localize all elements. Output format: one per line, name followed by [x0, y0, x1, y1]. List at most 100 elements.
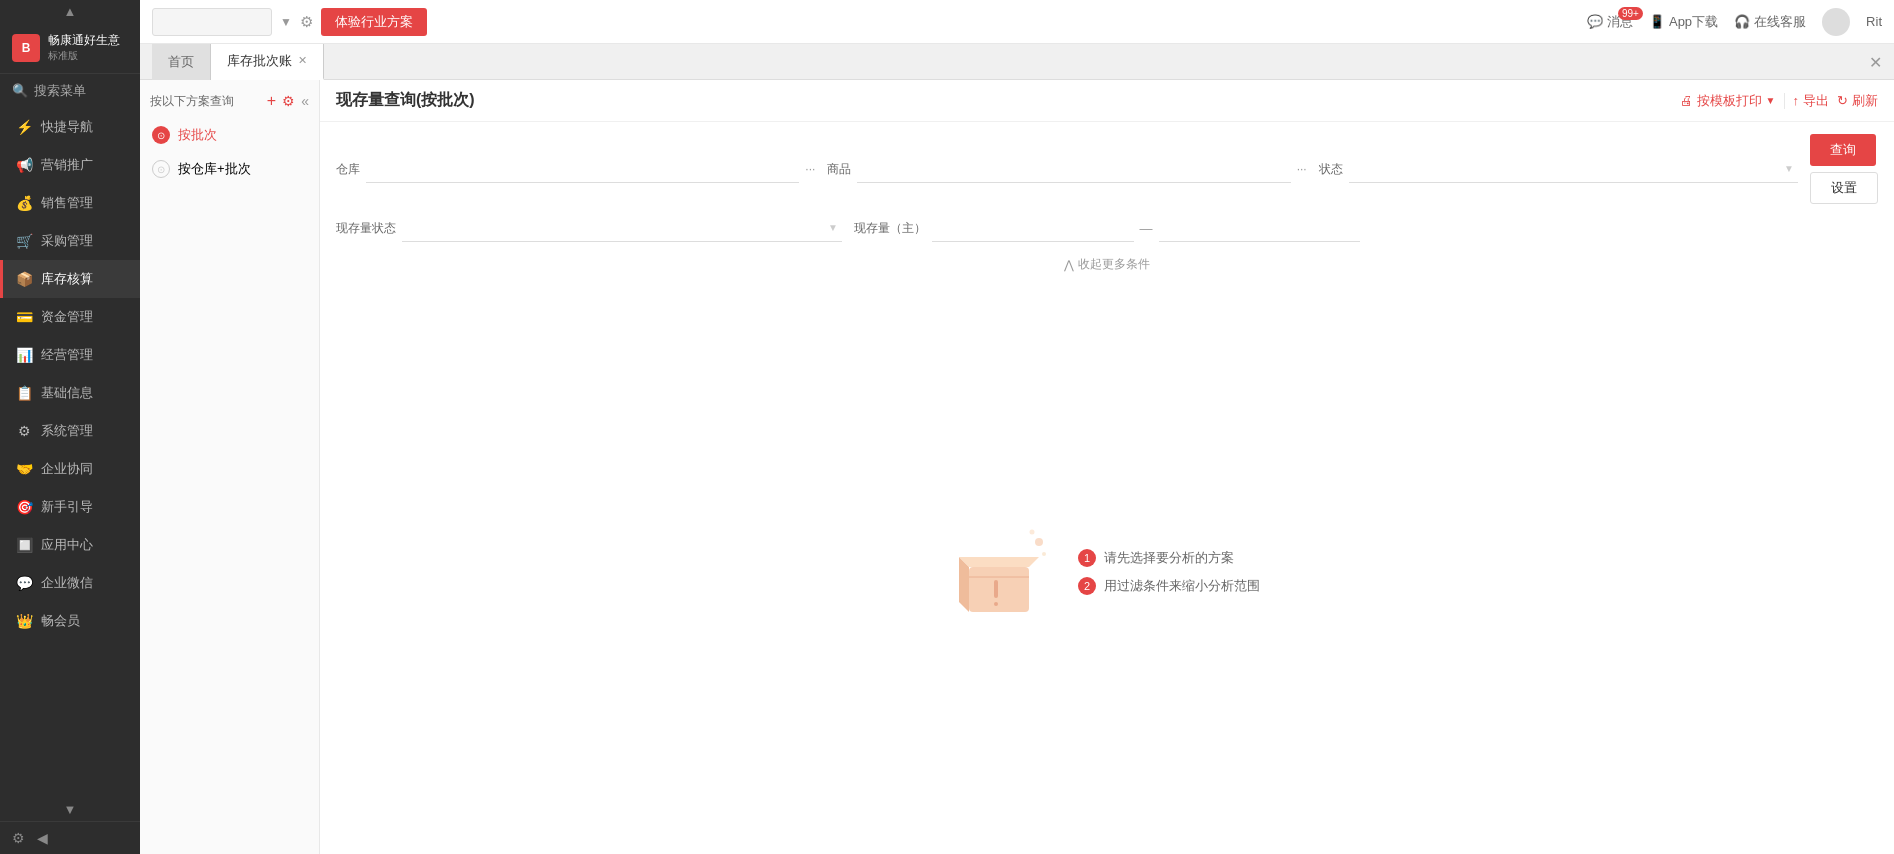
quick-nav-icon: ⚡	[15, 118, 33, 136]
inventory-status-select[interactable]: ▼	[402, 214, 842, 242]
export-button[interactable]: ↑ 导出	[1793, 92, 1830, 110]
filter-area: 仓库 ··· 商品 ··· 状态 ▼	[320, 122, 1894, 289]
online-service-button[interactable]: 🎧 在线客服	[1734, 13, 1806, 31]
product-label: 商品	[827, 161, 851, 178]
sidebar-item-system[interactable]: ⚙ 系统管理	[0, 412, 140, 450]
sidebar-item-label: 畅会员	[41, 612, 80, 630]
refresh-label: 刷新	[1852, 92, 1878, 110]
inventory-qty-to-input[interactable]	[1159, 214, 1361, 242]
sidebar-item-inventory[interactable]: 📦 库存核算	[0, 260, 140, 298]
product-input[interactable]	[857, 155, 1290, 183]
app-center-icon: 🔲	[15, 536, 33, 554]
sidebar-item-label: 快捷导航	[41, 118, 93, 136]
app-version: 标准版	[48, 49, 120, 63]
collapse-more-btn[interactable]: ⋀ 收起更多条件	[336, 252, 1878, 277]
scheme-collapse-icon[interactable]: «	[301, 93, 309, 109]
topbar-gear-icon[interactable]: ⚙	[300, 13, 313, 31]
sidebar-item-sales[interactable]: 💰 销售管理	[0, 184, 140, 222]
sidebar-item-quick-nav[interactable]: ⚡ 快捷导航	[0, 108, 140, 146]
tabbar: 首页 库存批次账 ✕ ✕	[140, 44, 1894, 80]
sidebar-item-enterprise[interactable]: 🤝 企业协同	[0, 450, 140, 488]
print-button[interactable]: 🖨 按模板打印 ▼	[1680, 92, 1776, 110]
sidebar-item-finance[interactable]: 💳 资金管理	[0, 298, 140, 336]
refresh-icon: ↻	[1837, 93, 1848, 108]
warehouse-label: 仓库	[336, 161, 360, 178]
tab-home[interactable]: 首页	[152, 44, 211, 80]
base-icon: 📋	[15, 384, 33, 402]
sidebar-nav: ⚡ 快捷导航 📢 营销推广 💰 销售管理 🛒 采购管理 📦 库存核算 💳 资金管…	[0, 108, 140, 798]
sidebar-search[interactable]: 🔍 搜索菜单	[0, 74, 140, 108]
username-label[interactable]: Rit	[1866, 14, 1882, 29]
scheme-item-warehouse-batch[interactable]: ⊙ 按仓库+批次	[140, 152, 319, 186]
export-icon: ↑	[1793, 93, 1800, 108]
refresh-button[interactable]: ↻ 刷新	[1837, 92, 1878, 110]
app-download-button[interactable]: 📱 App下载	[1649, 13, 1718, 31]
sidebar-item-purchase[interactable]: 🛒 采购管理	[0, 222, 140, 260]
sidebar-collapse-icon[interactable]: ◀	[37, 830, 48, 846]
sidebar-scroll-down[interactable]: ▼	[0, 798, 140, 821]
divider	[1784, 93, 1785, 109]
app-logo: B	[12, 34, 40, 62]
inventory-qty-from-input[interactable]	[932, 214, 1134, 242]
message-button[interactable]: 💬 消息 99+	[1587, 13, 1633, 31]
topbar-dropdown-arrow[interactable]: ▼	[280, 15, 292, 29]
trial-button[interactable]: 体验行业方案	[321, 8, 427, 36]
tab-inventory-batch[interactable]: 库存批次账 ✕	[211, 44, 324, 80]
settings-button[interactable]: 设置	[1810, 172, 1878, 204]
svg-point-4	[1035, 538, 1043, 546]
sidebar-item-base[interactable]: 📋 基础信息	[0, 374, 140, 412]
sidebar-item-member[interactable]: 👑 畅会员	[0, 602, 140, 640]
tab-close-main-icon[interactable]: ✕	[1869, 52, 1882, 71]
right-content: 现存量查询(按批次) 🖨 按模板打印 ▼ ↑ 导出 ↻ 刷新	[320, 80, 1894, 854]
print-dropdown-icon[interactable]: ▼	[1766, 95, 1776, 106]
product-more-icon[interactable]: ···	[1297, 162, 1307, 176]
sidebar-item-guide[interactable]: 🎯 新手引导	[0, 488, 140, 526]
status-select[interactable]: ▼	[1349, 155, 1798, 183]
sidebar-item-operation[interactable]: 📊 经营管理	[0, 336, 140, 374]
service-icon: 🎧	[1734, 14, 1750, 29]
page-header: 现存量查询(按批次) 🖨 按模板打印 ▼ ↑ 导出 ↻ 刷新	[320, 80, 1894, 122]
scheme-settings-icon[interactable]: ⚙	[282, 93, 295, 109]
tab-inventory-batch-close[interactable]: ✕	[298, 54, 307, 67]
guide-icon: 🎯	[15, 498, 33, 516]
service-label: 在线客服	[1754, 13, 1806, 31]
empty-tips: 1 请先选择要分析的方案 2 用过滤条件来缩小分析范围	[1078, 549, 1260, 595]
sidebar-item-label: 经营管理	[41, 346, 93, 364]
topbar-left: ▼ ⚙ 体验行业方案	[152, 8, 1579, 36]
inventory-qty-label: 现存量（主）	[854, 220, 926, 237]
sidebar-item-label: 新手引导	[41, 498, 93, 516]
warehouse-input[interactable]	[366, 155, 799, 183]
filter-row-2: 现存量状态 ▼ 现存量（主） —	[336, 214, 1878, 242]
sidebar-item-wechat[interactable]: 💬 企业微信	[0, 564, 140, 602]
scheme-inactive-icon: ⊙	[152, 160, 170, 178]
sidebar-item-app-center[interactable]: 🔲 应用中心	[0, 526, 140, 564]
content-area: 按以下方案查询 + ⚙ « ⊙ 按批次 ⊙ 按仓库+批次 现存量查询(按批次)	[140, 80, 1894, 854]
sidebar-item-marketing[interactable]: 📢 营销推广	[0, 146, 140, 184]
inventory-qty-separator: —	[1140, 221, 1153, 236]
status-select-arrow: ▼	[1784, 163, 1794, 174]
system-icon: ⚙	[15, 422, 33, 440]
inventory-status-filter: 现存量状态 ▼	[336, 214, 842, 242]
add-scheme-icon[interactable]: +	[267, 92, 276, 110]
scheme-panel-header: 按以下方案查询 + ⚙ «	[140, 88, 319, 118]
sidebar-settings-icon[interactable]: ⚙	[12, 830, 25, 846]
sales-icon: 💰	[15, 194, 33, 212]
message-badge: 99+	[1618, 7, 1643, 20]
app-download-label: App下载	[1669, 13, 1718, 31]
company-name: 畅康通好生意	[48, 33, 120, 49]
topbar-search-input[interactable]	[152, 8, 272, 36]
sidebar-scroll-up[interactable]: ▲	[0, 0, 140, 23]
warehouse-more-icon[interactable]: ···	[805, 162, 815, 176]
export-label: 导出	[1803, 92, 1829, 110]
scheme-item-batch[interactable]: ⊙ 按批次	[140, 118, 319, 152]
filter-row-1: 仓库 ··· 商品 ··· 状态 ▼	[336, 134, 1878, 204]
empty-svg	[954, 522, 1054, 622]
query-button[interactable]: 查询	[1810, 134, 1876, 166]
user-avatar[interactable]	[1822, 8, 1850, 36]
sidebar-item-label: 系统管理	[41, 422, 93, 440]
svg-rect-7	[994, 580, 998, 598]
scheme-item-label: 按仓库+批次	[178, 160, 251, 178]
scheme-item-label: 按批次	[178, 126, 217, 144]
print-label: 按模板打印	[1697, 92, 1762, 110]
main-area: ▼ ⚙ 体验行业方案 💬 消息 99+ 📱 App下载 🎧 在线客服 Rit	[140, 0, 1894, 854]
